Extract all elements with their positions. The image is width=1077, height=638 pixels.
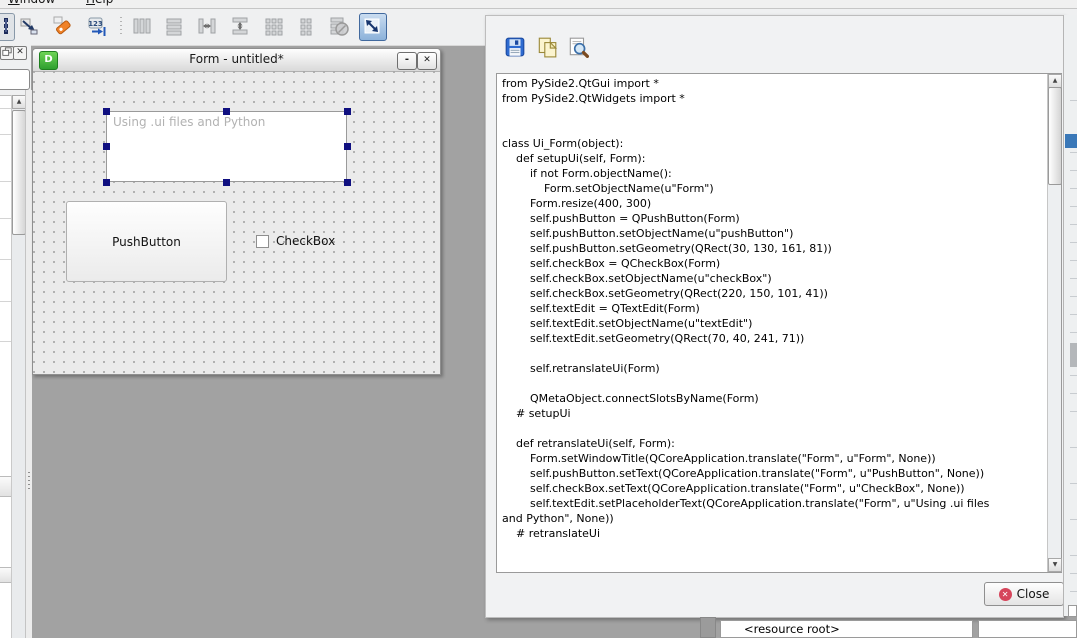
property-row-line bbox=[1070, 375, 1077, 376]
menu-window[interactable]: Window bbox=[8, 0, 55, 6]
code-preview-dialog: from PySide2.QtGui import * from PySide2… bbox=[485, 15, 1064, 618]
property-row-line bbox=[1070, 573, 1077, 574]
edit-signals-slots-icon[interactable] bbox=[16, 13, 44, 41]
property-row-line bbox=[1070, 447, 1077, 448]
selection-handle-e[interactable] bbox=[344, 143, 351, 150]
layout-vertically-icon[interactable] bbox=[161, 13, 189, 41]
widget-list-separator bbox=[0, 134, 11, 135]
property-row-line bbox=[1070, 170, 1077, 171]
property-row-line bbox=[1070, 591, 1077, 592]
property-editor-edge bbox=[1063, 15, 1077, 616]
checkbox-widget[interactable]: CheckBox bbox=[276, 234, 335, 248]
resource-browser-edge: <resource root> bbox=[720, 620, 973, 638]
layout-horizontal-splitter-icon[interactable] bbox=[194, 13, 222, 41]
selection-handle-ne[interactable] bbox=[344, 108, 351, 115]
dock-float-icon[interactable] bbox=[0, 46, 14, 60]
property-row-line bbox=[1070, 152, 1077, 153]
property-row-line bbox=[1070, 206, 1077, 207]
selection-handle-nw[interactable] bbox=[103, 108, 110, 115]
copy-icon[interactable] bbox=[536, 36, 560, 60]
background-panel-edge bbox=[978, 620, 1077, 638]
widget-filter-input[interactable] bbox=[0, 69, 30, 90]
close-circle-icon: ✕ bbox=[999, 588, 1012, 601]
property-row-line bbox=[1070, 278, 1077, 279]
scrollbar-fragment bbox=[1070, 343, 1077, 367]
property-row-line bbox=[1070, 483, 1077, 484]
property-row-line bbox=[1070, 260, 1077, 261]
property-row-line bbox=[1070, 393, 1077, 394]
selection-handle-se[interactable] bbox=[344, 179, 351, 186]
scroll-up-icon[interactable]: ▲ bbox=[1048, 74, 1062, 88]
property-row-line bbox=[1070, 296, 1077, 297]
widget-box-list[interactable] bbox=[0, 95, 11, 638]
form-window-titlebar[interactable]: D Form - untitled* - ✕ bbox=[33, 49, 440, 72]
selection-handle-n[interactable] bbox=[223, 108, 230, 115]
dock-close-icon[interactable]: ✕ bbox=[13, 46, 27, 60]
widget-list-separator bbox=[0, 341, 11, 342]
layout-horizontally-icon[interactable] bbox=[128, 13, 156, 41]
widget-list-separator bbox=[0, 181, 11, 182]
python-code[interactable]: from PySide2.QtGui import * from PySide2… bbox=[497, 74, 1048, 572]
layout-form-icon[interactable] bbox=[293, 13, 321, 41]
dock-splitter[interactable] bbox=[25, 90, 32, 638]
edit-buddies-icon[interactable] bbox=[50, 13, 78, 41]
form-window-title: Form - untitled* bbox=[33, 52, 440, 66]
code-scrollbar[interactable]: ▲ ▼ bbox=[1047, 74, 1061, 572]
widget-list-separator bbox=[0, 259, 11, 260]
selection-handle-sw[interactable] bbox=[103, 179, 110, 186]
selected-row-fragment bbox=[1065, 134, 1077, 148]
property-row-line bbox=[1070, 314, 1077, 315]
minimize-button[interactable]: - bbox=[397, 52, 417, 70]
layout-grid-icon[interactable] bbox=[260, 13, 288, 41]
widget-box-scrollbar[interactable]: ▲ bbox=[11, 95, 25, 638]
widget-list-separator bbox=[0, 301, 11, 302]
form-window: D Form - untitled* - ✕ Using .ui files a… bbox=[32, 48, 441, 375]
property-row-line bbox=[1070, 242, 1077, 243]
widget-list-separator bbox=[0, 218, 11, 219]
textedit-widget[interactable]: Using .ui files and Python bbox=[106, 111, 347, 182]
panel-notch bbox=[1068, 605, 1077, 617]
save-icon[interactable] bbox=[504, 36, 528, 60]
widget-category-header[interactable] bbox=[0, 567, 11, 583]
property-row-line bbox=[1070, 411, 1077, 412]
form-canvas[interactable]: Using .ui files and Python PushButton Ch… bbox=[33, 71, 440, 374]
adjust-size-icon[interactable] bbox=[359, 13, 387, 41]
scrollbar-thumb[interactable] bbox=[12, 110, 26, 235]
edit-widgets-icon[interactable] bbox=[0, 13, 15, 41]
edit-tab-order-icon[interactable]: 123 bbox=[84, 13, 112, 41]
layout-vertical-splitter-icon[interactable] bbox=[227, 13, 255, 41]
property-row-line bbox=[1070, 332, 1077, 333]
property-row-line bbox=[1070, 519, 1077, 520]
selection-handle-w[interactable] bbox=[103, 143, 110, 150]
property-row-line bbox=[1070, 100, 1077, 101]
menu-help[interactable]: Help bbox=[86, 0, 113, 6]
scrollbar-thumb[interactable] bbox=[1048, 87, 1062, 185]
scroll-down-icon[interactable]: ▼ bbox=[1048, 558, 1062, 572]
dock-corner-block bbox=[700, 617, 716, 638]
toolbar-separator bbox=[120, 17, 122, 37]
dialog-close-button[interactable]: ✕ Close bbox=[984, 582, 1064, 606]
property-row-line bbox=[1070, 188, 1077, 189]
close-button[interactable]: ✕ bbox=[417, 52, 437, 70]
print-preview-icon[interactable] bbox=[567, 36, 591, 60]
widget-category-header[interactable] bbox=[0, 476, 11, 497]
code-view[interactable]: from PySide2.QtGui import * from PySide2… bbox=[496, 73, 1062, 573]
close-label: Close bbox=[1017, 587, 1050, 601]
splitter-grip bbox=[28, 472, 30, 490]
scroll-up-icon[interactable]: ▲ bbox=[12, 95, 26, 109]
property-row-line bbox=[1070, 555, 1077, 556]
qt-designer-screen: Window Help bbox=[0, 0, 1077, 638]
break-layout-icon[interactable] bbox=[326, 13, 354, 41]
menubar: Window Help bbox=[0, 0, 1077, 9]
pushbutton-widget[interactable]: PushButton bbox=[66, 201, 227, 282]
resource-root-item[interactable]: <resource root> bbox=[744, 622, 840, 636]
svg-text:123: 123 bbox=[88, 20, 103, 28]
widget-box-dock: ✕ ▲ bbox=[0, 45, 31, 638]
widget-list-separator bbox=[0, 108, 11, 109]
selection-handle-s[interactable] bbox=[223, 179, 230, 186]
property-row-line bbox=[1070, 224, 1077, 225]
checkbox-indicator[interactable] bbox=[256, 235, 269, 248]
